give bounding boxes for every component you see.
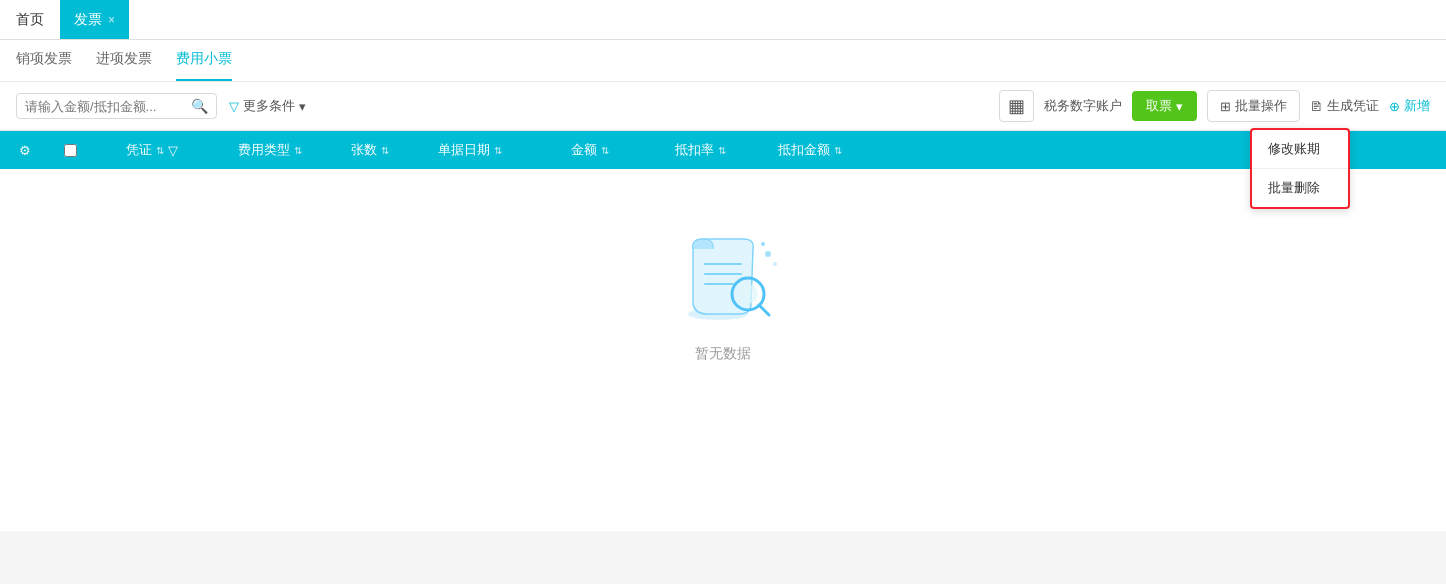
filter-chevron-icon: ▾ — [299, 99, 306, 114]
count-label: 张数 — [351, 141, 377, 159]
batch-delete-item[interactable]: 批量删除 — [1252, 168, 1348, 207]
search-icon[interactable]: 🔍 — [191, 98, 208, 114]
table-header-expense-type[interactable]: 费用类型 ⇅ — [210, 131, 330, 169]
select-all-checkbox[interactable] — [64, 144, 77, 157]
generate-voucher-button[interactable]: 🖹 生成凭证 — [1310, 97, 1379, 115]
deduct-amount-sort-icon[interactable]: ⇅ — [834, 145, 842, 156]
add-label: 新增 — [1404, 97, 1430, 115]
expense-type-sort-icon[interactable]: ⇅ — [294, 145, 302, 156]
search-wrap: 🔍 — [16, 93, 217, 119]
table-header-deduct-rate[interactable]: 抵扣率 ⇅ — [650, 131, 750, 169]
date-label: 单据日期 — [438, 141, 490, 159]
count-sort-icon[interactable]: ⇅ — [381, 145, 389, 156]
modify-period-item[interactable]: 修改账期 — [1252, 130, 1348, 168]
svg-point-9 — [761, 242, 765, 246]
tax-digital-account-button[interactable]: 税务数字账户 — [1044, 97, 1122, 115]
content-area: ⚙ 凭证 ⇅ ▽ 费用类型 ⇅ 张数 ⇅ 单据日期 ⇅ 金额 ⇅ 抵扣率 ⇅ — [0, 131, 1446, 531]
filter-icon: ▽ — [229, 99, 239, 114]
settings-icon[interactable]: ⚙ — [19, 143, 31, 158]
take-ticket-chevron-icon: ▾ — [1176, 99, 1183, 114]
empty-illustration — [663, 229, 783, 329]
table-header-amount[interactable]: 金额 ⇅ — [530, 131, 650, 169]
batch-ops-button[interactable]: ⊞ 批量操作 — [1207, 90, 1300, 122]
filter-label: 更多条件 — [243, 97, 295, 115]
voucher-sort-icon[interactable]: ⇅ — [156, 145, 164, 156]
batch-ops-dropdown: 修改账期 批量删除 — [1250, 128, 1350, 209]
toolbar-right: ▦ 税务数字账户 取票 ▾ ⊞ 批量操作 🖹 生成凭证 ⊕ 新增 修改账期 批量… — [999, 90, 1430, 122]
toolbar-left: 🔍 ▽ 更多条件 ▾ — [16, 93, 306, 119]
sub-nav: 销项发票 进项发票 费用小票 — [0, 40, 1446, 82]
table-header-settings[interactable]: ⚙ — [0, 131, 50, 169]
table-header-checkbox[interactable] — [50, 131, 90, 169]
qr-button[interactable]: ▦ — [999, 90, 1034, 122]
voucher-icon: 🖹 — [1310, 99, 1323, 114]
svg-point-5 — [738, 284, 758, 304]
search-input[interactable] — [25, 99, 185, 114]
svg-line-6 — [759, 305, 769, 315]
top-nav: 首页 发票 × — [0, 0, 1446, 40]
deduct-rate-sort-icon[interactable]: ⇅ — [718, 145, 726, 156]
voucher-filter-icon[interactable]: ▽ — [168, 143, 178, 158]
date-sort-icon[interactable]: ⇅ — [494, 145, 502, 156]
table-header: ⚙ 凭证 ⇅ ▽ 费用类型 ⇅ 张数 ⇅ 单据日期 ⇅ 金额 ⇅ 抵扣率 ⇅ — [0, 131, 1446, 169]
batch-ops-icon: ⊞ — [1220, 99, 1231, 114]
empty-state: 暂无数据 — [0, 169, 1446, 403]
table-header-deduct-amount[interactable]: 抵扣金额 ⇅ — [750, 131, 870, 169]
batch-ops-label: 批量操作 — [1235, 97, 1287, 115]
table-header-voucher[interactable]: 凭证 ⇅ ▽ — [90, 131, 210, 169]
filter-button[interactable]: ▽ 更多条件 ▾ — [229, 97, 306, 115]
sub-nav-sales[interactable]: 销项发票 — [16, 40, 72, 81]
toolbar: 🔍 ▽ 更多条件 ▾ ▦ 税务数字账户 取票 ▾ ⊞ 批量操作 🖹 生成凭证 ⊕… — [0, 82, 1446, 131]
table-header-date[interactable]: 单据日期 ⇅ — [410, 131, 530, 169]
svg-point-8 — [773, 262, 777, 266]
take-ticket-button[interactable]: 取票 ▾ — [1132, 91, 1197, 121]
sub-nav-expense[interactable]: 费用小票 — [176, 40, 232, 81]
take-ticket-label: 取票 — [1146, 97, 1172, 115]
table-header-extra — [870, 131, 1446, 169]
invoice-tab-close[interactable]: × — [108, 13, 115, 27]
empty-text: 暂无数据 — [695, 345, 751, 363]
invoice-tab-label: 发票 — [74, 11, 102, 29]
deduct-amount-label: 抵扣金额 — [778, 141, 830, 159]
svg-point-7 — [765, 251, 771, 257]
home-link[interactable]: 首页 — [0, 11, 60, 29]
expense-type-label: 费用类型 — [238, 141, 290, 159]
deduct-rate-label: 抵扣率 — [675, 141, 714, 159]
amount-label: 金额 — [571, 141, 597, 159]
sub-nav-input[interactable]: 进项发票 — [96, 40, 152, 81]
voucher-col-label-text: 凭证 — [126, 141, 152, 159]
amount-sort-icon[interactable]: ⇅ — [601, 145, 609, 156]
add-button[interactable]: ⊕ 新增 — [1389, 97, 1430, 115]
table-header-count[interactable]: 张数 ⇅ — [330, 131, 410, 169]
invoice-tab[interactable]: 发票 × — [60, 0, 129, 39]
add-icon: ⊕ — [1389, 99, 1400, 114]
voucher-label: 生成凭证 — [1327, 97, 1379, 115]
